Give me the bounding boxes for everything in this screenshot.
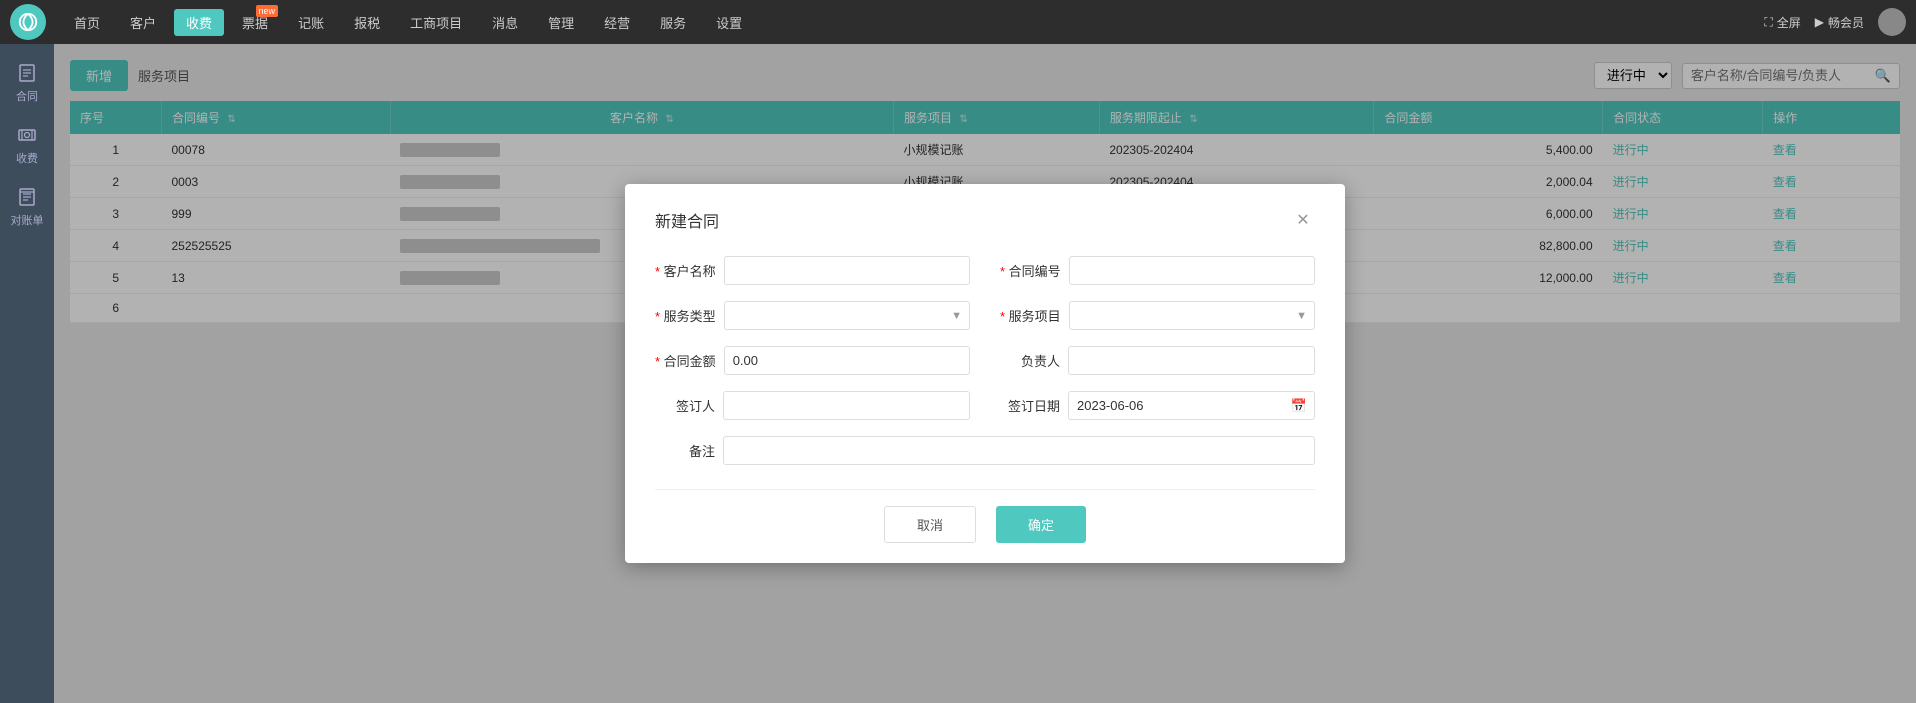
sign-date-row: 签订日期 📅 (1000, 391, 1315, 420)
sign-date-label: 签订日期 (1000, 396, 1060, 415)
sign-date-input[interactable] (1068, 391, 1315, 420)
money-icon (16, 124, 38, 146)
member-btn[interactable]: ▶ 畅会员 (1815, 14, 1864, 31)
customer-name-label: 客户名称 (655, 261, 716, 280)
fullscreen-btn[interactable]: ⛶ 全屏 (1764, 14, 1800, 31)
remark-label: 备注 (655, 441, 715, 460)
responsible-person-label: 负责人 (1000, 351, 1060, 370)
dialog-header: 新建合同 ✕ (655, 208, 1315, 232)
service-type-label: 服务类型 (655, 306, 716, 325)
main-layout: 合同 收费 (0, 44, 1916, 703)
top-nav: 首页 客户 收费 票据 new 记账 报税 工商项目 消息 管理 经营 服务 设… (0, 0, 1916, 44)
sidebar-item-duizhang[interactable]: 对账单 (3, 178, 51, 236)
nav-item-fuwu[interactable]: 服务 (648, 9, 698, 36)
signer-input[interactable] (723, 391, 970, 420)
nav-item-jizhang[interactable]: 记账 (286, 9, 336, 36)
service-type-select-wrap: ▼ (724, 301, 970, 330)
confirm-button[interactable]: 确定 (996, 506, 1086, 543)
service-item-select[interactable] (1069, 301, 1315, 330)
contract-no-label: 合同编号 (1000, 261, 1061, 280)
nav-item-xiaoxi[interactable]: 消息 (480, 9, 530, 36)
sidebar: 合同 收费 (0, 44, 54, 703)
fullscreen-label: 全屏 (1777, 14, 1801, 31)
new-contract-dialog: 新建合同 ✕ 客户名称 合同编号 服务类型 (625, 184, 1345, 563)
signer-label: 签订人 (655, 396, 715, 415)
dialog-title: 新建合同 (655, 208, 719, 232)
modal-overlay: 新建合同 ✕ 客户名称 合同编号 服务类型 (54, 44, 1916, 703)
sidebar-item-shoufei[interactable]: 收费 (3, 116, 51, 174)
cancel-button[interactable]: 取消 (884, 506, 976, 543)
list-icon (16, 186, 38, 208)
customer-name-input[interactable] (724, 256, 970, 285)
contract-amount-label: 合同金额 (655, 351, 716, 370)
nav-items: 首页 客户 收费 票据 new 记账 报税 工商项目 消息 管理 经营 服务 设… (62, 9, 1764, 36)
nav-item-home[interactable]: 首页 (62, 9, 112, 36)
app-logo (10, 4, 46, 40)
signer-row: 签订人 (655, 391, 970, 420)
dialog-footer: 取消 确定 (655, 489, 1315, 543)
service-item-label: 服务项目 (1000, 306, 1061, 325)
contract-icon (16, 62, 38, 84)
contract-amount-row: 合同金额 (655, 346, 970, 375)
contract-no-input[interactable] (1069, 256, 1315, 285)
remark-row: 备注 (655, 436, 1315, 465)
fullscreen-icon: ⛶ (1764, 15, 1772, 30)
user-avatar[interactable] (1878, 8, 1906, 36)
nav-item-shoufe[interactable]: 收费 (174, 9, 224, 36)
dialog-form: 客户名称 合同编号 服务类型 ▼ (655, 256, 1315, 465)
dialog-close-button[interactable]: ✕ (1291, 208, 1315, 232)
service-type-row: 服务类型 ▼ (655, 301, 970, 330)
contract-no-row: 合同编号 (1000, 256, 1315, 285)
nav-item-shezhi[interactable]: 设置 (704, 9, 754, 36)
sidebar-contract-label: 合同 (16, 88, 38, 104)
new-badge: new (256, 5, 279, 17)
sidebar-item-contract[interactable]: 合同 (3, 54, 51, 112)
customer-name-row: 客户名称 (655, 256, 970, 285)
sidebar-shoufei-label: 收费 (16, 150, 38, 166)
remark-input[interactable] (723, 436, 1315, 465)
content-area: 新增 服务项目 进行中 已结束 全部 🔍 序号 合同编号 ⇅ (54, 44, 1916, 703)
nav-right: ⛶ 全屏 ▶ 畅会员 (1764, 8, 1906, 36)
nav-item-piaoju[interactable]: 票据 new (230, 9, 280, 36)
responsible-person-row: 负责人 (1000, 346, 1315, 375)
service-item-select-wrap: ▼ (1069, 301, 1315, 330)
play-icon: ▶ (1815, 15, 1824, 29)
nav-item-guanli[interactable]: 管理 (536, 9, 586, 36)
sidebar-duizhang-label: 对账单 (11, 212, 44, 228)
sign-date-wrap: 📅 (1068, 391, 1315, 420)
service-item-row: 服务项目 ▼ (1000, 301, 1315, 330)
member-label: 畅会员 (1828, 14, 1864, 31)
nav-item-jingying[interactable]: 经营 (592, 9, 642, 36)
service-type-select[interactable] (724, 301, 970, 330)
responsible-person-input[interactable] (1068, 346, 1315, 375)
contract-amount-input[interactable] (724, 346, 970, 375)
nav-item-customer[interactable]: 客户 (118, 9, 168, 36)
nav-item-baoshui[interactable]: 报税 (342, 9, 392, 36)
nav-item-gongshang[interactable]: 工商项目 (398, 9, 474, 36)
